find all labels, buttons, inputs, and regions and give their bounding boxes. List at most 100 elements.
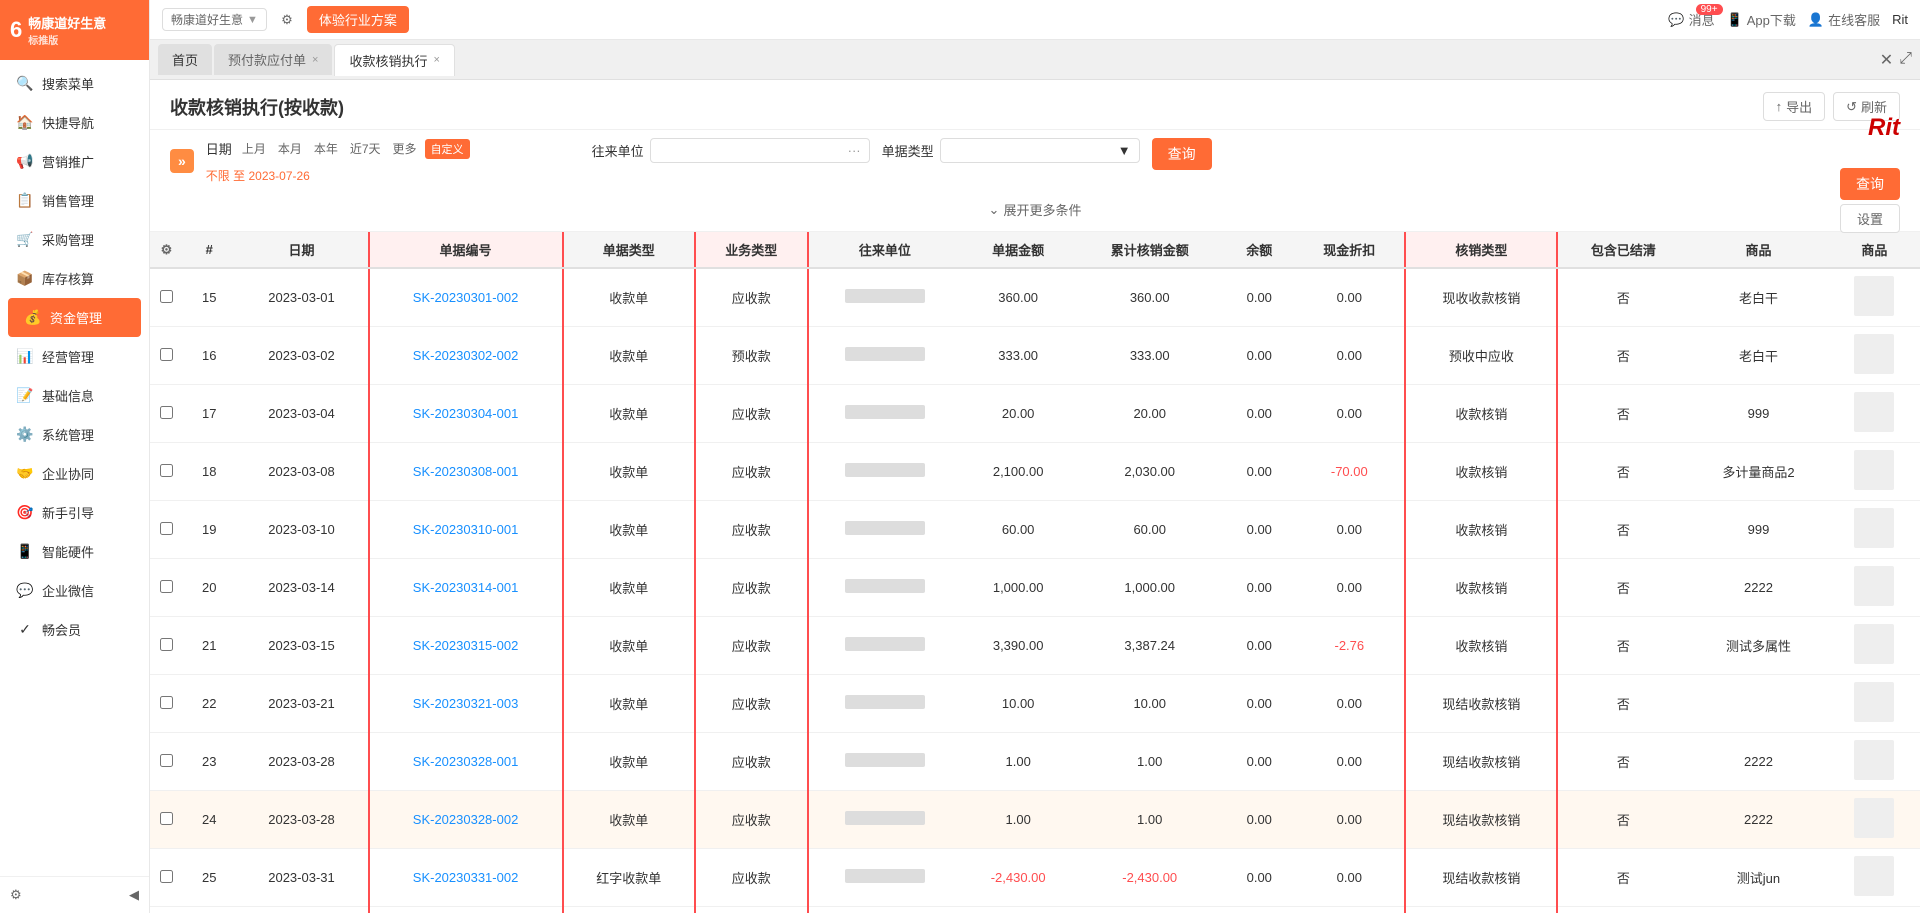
topbar-brand[interactable]: 畅康道好生意 ▼ — [162, 8, 267, 31]
topbar-gear-icon[interactable]: ⚙ — [273, 6, 301, 34]
sidebar-settings-icon[interactable]: ⚙ — [10, 887, 22, 903]
sidebar-item-hardware[interactable]: 📱 智能硬件 — [0, 532, 149, 571]
doc-no-link[interactable]: SK-20230304-001 — [413, 406, 519, 421]
sidebar-item-operation[interactable]: 📊 经营管理 — [0, 337, 149, 376]
tab-collection[interactable]: 收款核销执行 × — [334, 44, 454, 76]
col-biztype-header: 业务类型 — [695, 232, 808, 268]
doc-no-link[interactable]: SK-20230314-001 — [413, 580, 519, 595]
sidebar-item-inventory[interactable]: 📦 库存核算 — [0, 259, 149, 298]
row-cashdiscount: 0.00 — [1294, 559, 1405, 617]
sidebar-item-operation-label: 经营管理 — [42, 347, 94, 366]
col-doctype-header: 单据类型 — [563, 232, 695, 268]
doc-no-link[interactable]: SK-20230302-002 — [413, 348, 519, 363]
tab-maximize-icon[interactable]: ⤢ — [1899, 50, 1912, 70]
tab-home[interactable]: 首页 — [158, 44, 212, 75]
col-cashdiscount-header: 现金折扣 — [1294, 232, 1405, 268]
row-product: 老白干 — [1688, 268, 1828, 327]
row-checkbox[interactable] — [150, 733, 183, 791]
doc-no-link[interactable]: SK-20230328-001 — [413, 754, 519, 769]
row-checkbox[interactable] — [150, 501, 183, 559]
last-7days-btn[interactable]: 近7天 — [346, 138, 385, 159]
table-row: 19 2023-03-10 SK-20230310-001 收款单 应收款 60… — [150, 501, 1920, 559]
tab-prepay-close[interactable]: × — [312, 54, 318, 66]
doc-type-select[interactable]: ▼ — [940, 138, 1140, 163]
doc-no-link[interactable]: SK-20230310-001 — [413, 522, 519, 537]
row-product: 2222 — [1688, 791, 1828, 849]
last-month-btn[interactable]: 上月 — [238, 138, 270, 159]
message-button[interactable]: 💬 消息 99+ — [1668, 10, 1714, 29]
row-cumulative: 10.00 — [1075, 675, 1224, 733]
row-biztype: 应收款 — [695, 617, 808, 675]
sidebar-item-shortcut[interactable]: 🏠 快捷导航 — [0, 103, 149, 142]
row-counterparty — [808, 791, 962, 849]
table-row: 21 2023-03-15 SK-20230315-002 收款单 应收款 3,… — [150, 617, 1920, 675]
doc-no-link[interactable]: SK-20230331-002 — [413, 870, 519, 885]
row-product2 — [1829, 443, 1920, 501]
row-date: 2023-03-14 — [235, 559, 368, 617]
this-month-btn[interactable]: 本月 — [274, 138, 306, 159]
sidebar-item-finance[interactable]: 💰 资金管理 — [8, 298, 141, 337]
this-year-btn[interactable]: 本年 — [310, 138, 342, 159]
row-product: 999 — [1688, 501, 1828, 559]
row-checkbox[interactable] — [150, 849, 183, 907]
doc-no-link[interactable]: SK-20230321-003 — [413, 696, 519, 711]
row-checkbox[interactable] — [150, 385, 183, 443]
doc-type-chevron: ▼ — [1118, 143, 1131, 158]
sidebar-item-purchase[interactable]: 🛒 采购管理 — [0, 220, 149, 259]
more-date-btn[interactable]: 更多 — [389, 138, 421, 159]
filter-expand-button[interactable]: » — [170, 149, 194, 173]
row-index: 25 — [183, 849, 235, 907]
query-button[interactable]: 查询 — [1152, 138, 1212, 170]
row-checkbox[interactable] — [150, 559, 183, 617]
app-download-button[interactable]: 📱 App下载 — [1727, 10, 1796, 29]
sidebar-brand-sub: 标推版 — [28, 32, 106, 47]
tab-close-all-icon[interactable]: ✕ — [1880, 50, 1893, 70]
date-range-display: 不限 至 2023-07-26 — [206, 167, 580, 184]
sidebar-collapse-icon[interactable]: ◀ — [129, 887, 139, 903]
marketing-icon: 📢 — [16, 153, 34, 170]
tab-actions: ✕ ⤢ — [1880, 50, 1912, 70]
doc-no-link[interactable]: SK-20230308-001 — [413, 464, 519, 479]
row-checkbox[interactable] — [150, 907, 183, 913]
sidebar-logo: 6 畅康道好生意 标推版 — [0, 0, 149, 60]
query-button-right[interactable]: 查询 — [1840, 168, 1900, 200]
sidebar-item-system[interactable]: ⚙️ 系统管理 — [0, 415, 149, 454]
counterparty-ellipsis: ··· — [848, 143, 861, 158]
sidebar-item-wechat[interactable]: 💬 企业微信 — [0, 571, 149, 610]
sidebar-item-guide[interactable]: 🎯 新手引导 — [0, 493, 149, 532]
sidebar-item-basic[interactable]: 📝 基础信息 — [0, 376, 149, 415]
row-amount: 333.00 — [961, 327, 1075, 385]
row-amount: 10.00 — [961, 675, 1075, 733]
row-checkbox[interactable] — [150, 327, 183, 385]
service-button[interactable]: 👤 在线客服 — [1808, 10, 1880, 29]
settings-button[interactable]: 设置 — [1840, 204, 1900, 233]
sidebar-item-marketing[interactable]: 📢 营销推广 — [0, 142, 149, 181]
col-settings-icon[interactable]: ⚙ — [150, 232, 183, 268]
counterparty-input[interactable]: ··· — [650, 138, 870, 163]
row-cumulative: 333.00 — [1075, 327, 1224, 385]
custom-date-btn[interactable]: 自定义 — [425, 139, 470, 159]
table-row: 24 2023-03-28 SK-20230328-002 收款单 应收款 1.… — [150, 791, 1920, 849]
solution-button[interactable]: 体验行业方案 — [307, 6, 409, 33]
doc-no-link[interactable]: SK-20230301-002 — [413, 290, 519, 305]
row-checkbox[interactable] — [150, 675, 183, 733]
doc-no-link[interactable]: SK-20230315-002 — [413, 638, 519, 653]
tab-prepay[interactable]: 预付款应付单 × — [214, 44, 332, 75]
row-checkbox[interactable] — [150, 791, 183, 849]
row-counterparty — [808, 907, 962, 913]
expand-more-conditions-button[interactable]: ⌄ 展开更多条件 — [989, 200, 1082, 219]
row-checkbox[interactable] — [150, 268, 183, 327]
export-button[interactable]: ↑ 导出 — [1763, 92, 1826, 121]
sidebar-item-sales[interactable]: 📋 销售管理 — [0, 181, 149, 220]
tab-collection-close[interactable]: × — [433, 54, 439, 66]
sidebar-item-member[interactable]: ✓ 畅会员 — [0, 610, 149, 649]
row-checkbox[interactable] — [150, 443, 183, 501]
row-checkbox[interactable] — [150, 617, 183, 675]
user-info[interactable]: Rit — [1892, 12, 1908, 27]
doc-no-link[interactable]: SK-20230328-002 — [413, 812, 519, 827]
sidebar-item-corp[interactable]: 🤝 企业协同 — [0, 454, 149, 493]
row-writeofftype: 收款核销 — [1405, 385, 1557, 443]
sidebar-item-search[interactable]: 🔍 搜索菜单 — [0, 64, 149, 103]
row-balance: 0.00 — [1224, 907, 1294, 913]
counterparty-filter-group: 往来单位 ··· — [592, 138, 870, 163]
